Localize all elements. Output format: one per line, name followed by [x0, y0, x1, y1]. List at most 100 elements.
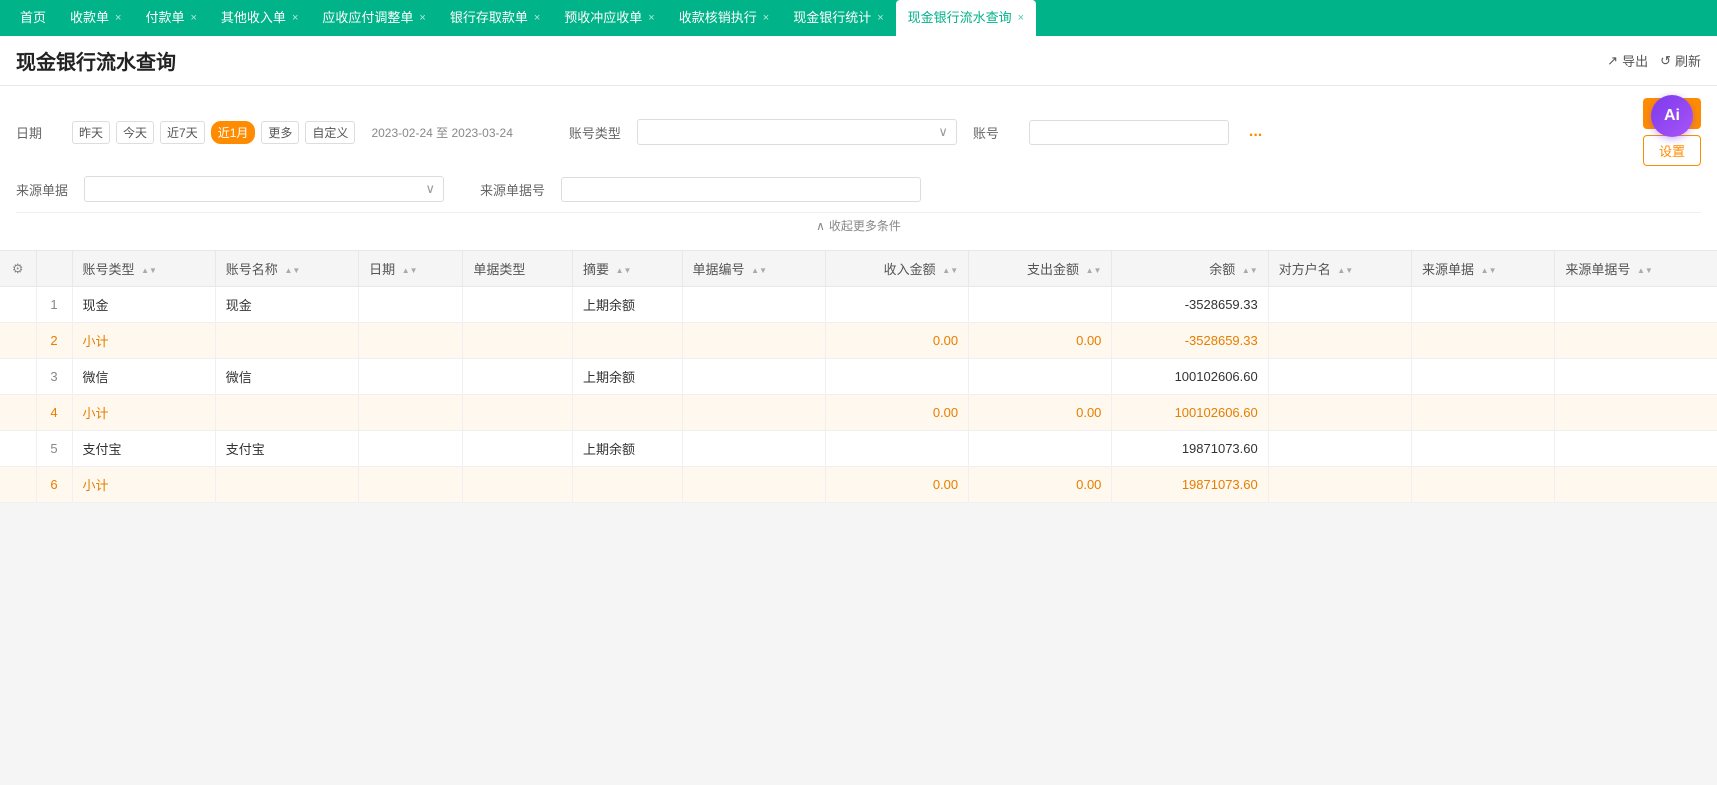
table-row: 2小计0.000.00-3528659.33 [0, 323, 1717, 359]
nav-payment-close[interactable]: × [190, 0, 196, 36]
cell-expense: 0.00 [969, 467, 1112, 503]
nav-cash-bank-flow-close[interactable]: × [1018, 0, 1024, 36]
cell-date [359, 323, 463, 359]
sort-source-doc-num-icon: ▲▼ [1637, 267, 1653, 275]
row-gear [0, 431, 36, 467]
cell-source-doc [1412, 359, 1555, 395]
ai-assistant-button[interactable]: Ai [1651, 95, 1693, 137]
nav-home[interactable]: 首页 [8, 0, 58, 36]
column-doc-number[interactable]: 单据编号 ▲▼ [682, 251, 825, 287]
date-yesterday[interactable]: 昨天 [72, 121, 110, 144]
cell-expense [969, 359, 1112, 395]
column-source-doc-num[interactable]: 来源单据号 ▲▼ [1555, 251, 1717, 287]
cell-account-name: 微信 [215, 359, 358, 395]
cell-counter-party [1268, 287, 1411, 323]
sort-doc-number-icon: ▲▼ [751, 267, 767, 275]
table-row: 4小计0.000.00100102606.60 [0, 395, 1717, 431]
nav-adjustment-close[interactable]: × [419, 0, 425, 36]
source-doc-label: 来源单据 [16, 180, 68, 199]
cell-summary [572, 467, 682, 503]
column-expense[interactable]: 支出金额 ▲▼ [969, 251, 1112, 287]
refresh-button[interactable]: ↺ 刷新 [1660, 51, 1701, 70]
row-index: 4 [36, 395, 72, 431]
column-account-name[interactable]: 账号名称 ▲▼ [215, 251, 358, 287]
nav-receipt[interactable]: 收款单 × [58, 0, 133, 36]
cell-summary: 上期余额 [572, 431, 682, 467]
source-doc-num-label: 来源单据号 [480, 180, 545, 199]
cell-expense [969, 431, 1112, 467]
filter-area: 日期 昨天 今天 近7天 近1月 更多 自定义 2023-02-24 至 202… [0, 86, 1717, 251]
account-dots[interactable]: ... [1245, 123, 1266, 141]
date-today[interactable]: 今天 [116, 121, 154, 144]
column-settings[interactable]: ⚙ [0, 251, 36, 287]
nav-receipt-exec[interactable]: 收款核销执行 × [667, 0, 781, 36]
date-1month[interactable]: 近1月 [211, 121, 256, 144]
sort-summary-icon: ▲▼ [616, 267, 632, 275]
cell-summary [572, 323, 682, 359]
nav-prepay-offset[interactable]: 预收冲应收单 × [552, 0, 666, 36]
cell-income: 0.00 [825, 323, 968, 359]
cell-expense: 0.00 [969, 323, 1112, 359]
column-source-doc[interactable]: 来源单据 ▲▼ [1412, 251, 1555, 287]
row-index: 2 [36, 323, 72, 359]
column-date[interactable]: 日期 ▲▼ [359, 251, 463, 287]
column-counter-party[interactable]: 对方户名 ▲▼ [1268, 251, 1411, 287]
nav-prepay-offset-close[interactable]: × [648, 0, 654, 36]
column-summary[interactable]: 摘要 ▲▼ [572, 251, 682, 287]
nav-receipt-exec-close[interactable]: × [763, 0, 769, 36]
cell-counter-party [1268, 467, 1411, 503]
cell-source-doc-num [1555, 395, 1717, 431]
source-doc-select[interactable]: ∨ [84, 176, 444, 202]
cell-balance: 100102606.60 [1112, 395, 1268, 431]
nav-cash-bank-flow[interactable]: 现金银行流水查询 × [896, 0, 1036, 36]
cell-balance: 19871073.60 [1112, 431, 1268, 467]
row-gear [0, 323, 36, 359]
date-more[interactable]: 更多 [261, 121, 299, 144]
cell-doc-type [463, 359, 573, 395]
cell-counter-party [1268, 359, 1411, 395]
column-balance[interactable]: 余额 ▲▼ [1112, 251, 1268, 287]
nav-other-income-close[interactable]: × [292, 0, 298, 36]
column-income[interactable]: 收入金额 ▲▼ [825, 251, 968, 287]
export-button[interactable]: ↗ 导出 [1607, 51, 1648, 70]
cell-doc-type [463, 431, 573, 467]
cell-account-type: 小计 [72, 395, 215, 431]
nav-cash-bank-stats-close[interactable]: × [877, 0, 883, 36]
table-row: 1现金现金上期余额-3528659.33 [0, 287, 1717, 323]
cell-expense: 0.00 [969, 395, 1112, 431]
cell-summary [572, 395, 682, 431]
settings-button[interactable]: 设置 [1643, 135, 1701, 166]
account-type-select[interactable]: ∨ [637, 119, 957, 145]
column-account-type[interactable]: 账号类型 ▲▼ [72, 251, 215, 287]
cell-date [359, 395, 463, 431]
date-custom[interactable]: 自定义 [305, 121, 355, 144]
cell-date [359, 287, 463, 323]
nav-bank-withdrawal-close[interactable]: × [534, 0, 540, 36]
nav-other-income[interactable]: 其他收入单 × [209, 0, 310, 36]
cell-date [359, 467, 463, 503]
table-row: 6小计0.000.0019871073.60 [0, 467, 1717, 503]
row-gear [0, 359, 36, 395]
cell-account-type: 支付宝 [72, 431, 215, 467]
date-7days[interactable]: 近7天 [160, 121, 205, 144]
cell-counter-party [1268, 431, 1411, 467]
cell-income: 0.00 [825, 395, 968, 431]
collapse-button[interactable]: ∧ 收起更多条件 [16, 212, 1701, 238]
cell-source-doc-num [1555, 359, 1717, 395]
nav-bank-withdrawal[interactable]: 银行存取款单 × [438, 0, 552, 36]
cell-doc-type [463, 323, 573, 359]
account-input[interactable] [1029, 120, 1229, 145]
sort-account-type-icon: ▲▼ [141, 267, 157, 275]
cell-income [825, 431, 968, 467]
header-actions: ↗ 导出 ↺ 刷新 [1607, 51, 1701, 70]
sort-date-icon: ▲▼ [402, 267, 418, 275]
cell-account-type: 微信 [72, 359, 215, 395]
cell-summary: 上期余额 [572, 359, 682, 395]
nav-payment[interactable]: 付款单 × [133, 0, 208, 36]
cell-income: 0.00 [825, 467, 968, 503]
nav-cash-bank-stats[interactable]: 现金银行统计 × [781, 0, 895, 36]
source-doc-num-input[interactable] [561, 177, 921, 202]
nav-adjustment[interactable]: 应收应付调整单 × [310, 0, 437, 36]
cell-source-doc [1412, 431, 1555, 467]
nav-receipt-close[interactable]: × [115, 0, 121, 36]
